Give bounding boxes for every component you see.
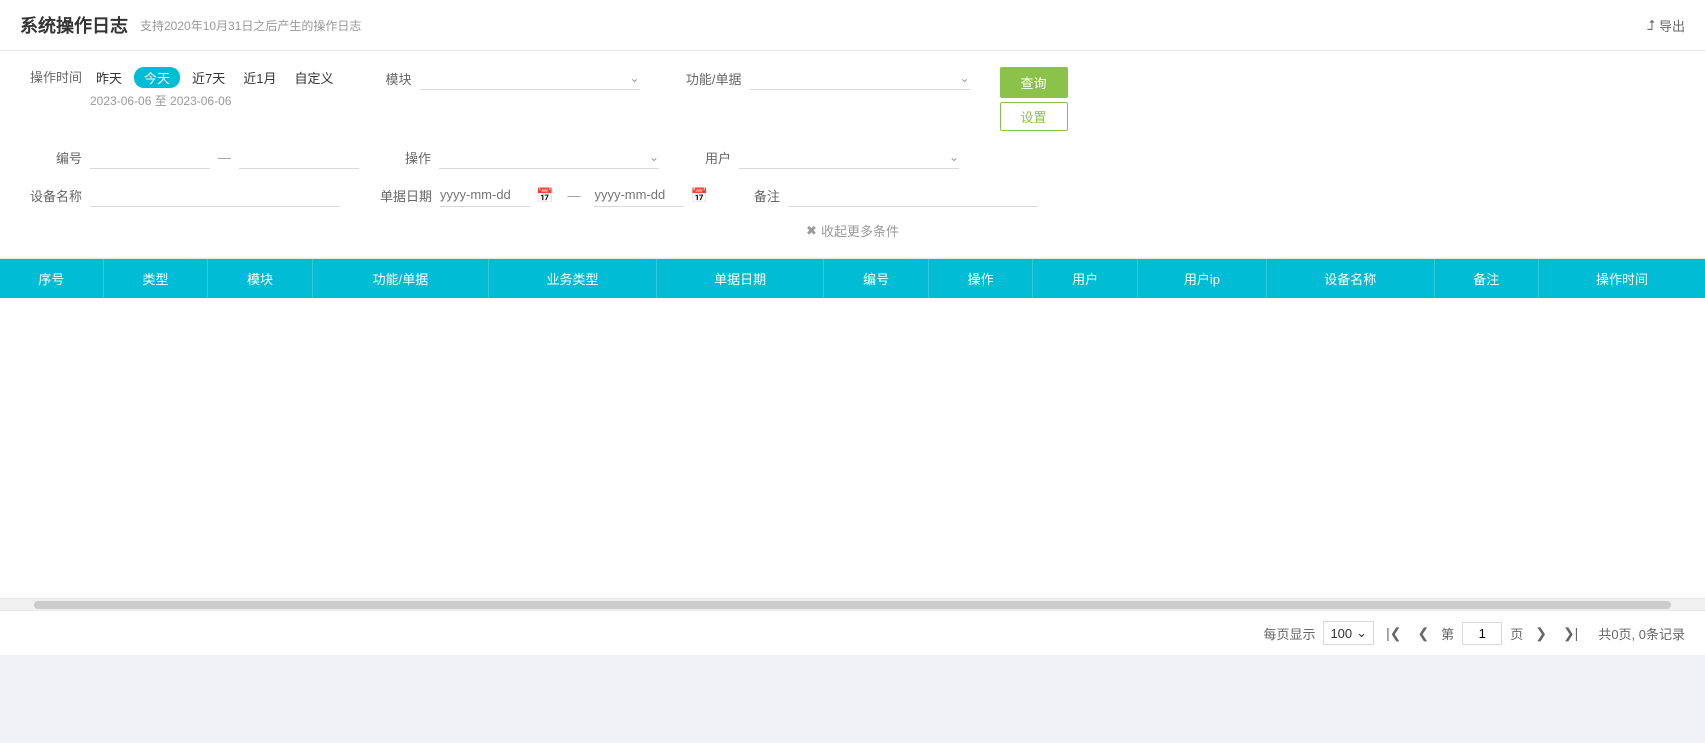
scroll-area[interactable]	[0, 598, 1705, 610]
single-date-label: 单据日期	[380, 186, 440, 205]
number-filter: 编号 —	[20, 145, 359, 169]
filter-row-3: 设备名称 单据日期 📅 — 📅 备注	[20, 183, 1685, 207]
number-separator: —	[218, 150, 231, 165]
page-input[interactable]	[1462, 622, 1502, 645]
remark-input[interactable]	[788, 183, 1038, 207]
module-label: 模块	[380, 69, 420, 88]
per-page-select[interactable]: 100 ⌄	[1323, 621, 1374, 645]
operation-chevron-icon: ⌄	[649, 150, 659, 164]
user-select[interactable]: ⌄	[739, 146, 959, 169]
col-user: 用户	[1033, 259, 1137, 298]
col-code: 编号	[824, 259, 928, 298]
per-page-value: 100	[1330, 626, 1352, 641]
action-buttons: 查询 设置	[1000, 67, 1068, 131]
date-end-input[interactable]	[594, 183, 684, 207]
table-container: 序号 类型 模块 功能/单据 业务类型 单据日期 编号 操作 用户 用户ip 设…	[0, 259, 1705, 598]
time-btn-1month[interactable]: 近1月	[237, 67, 282, 88]
page-label: 第	[1441, 624, 1454, 643]
per-page-chevron-icon: ⌄	[1356, 625, 1367, 641]
remark-filter: 备注	[748, 183, 1038, 207]
date-start-input[interactable]	[440, 183, 530, 207]
module-select[interactable]: ⌄	[420, 67, 640, 90]
col-remark: 备注	[1434, 259, 1538, 298]
time-buttons: 昨天 今天 近7天 近1月 自定义	[90, 67, 340, 88]
number-input-start[interactable]	[90, 145, 210, 169]
page-header: 系统操作日志 支持2020年10月31日之后产生的操作日志 ⮥ 导出	[0, 0, 1705, 51]
export-label: 导出	[1659, 16, 1685, 35]
header-left: 系统操作日志 支持2020年10月31日之后产生的操作日志	[20, 12, 361, 38]
main-layout: 系统操作日志 支持2020年10月31日之后产生的操作日志 ⮥ 导出 操作时间 …	[0, 0, 1705, 743]
page-unit: 页	[1510, 624, 1523, 643]
time-label: 操作时间	[20, 67, 90, 86]
filter-row-1: 操作时间 昨天 今天 近7天 近1月 自定义 2023-06-06 至 2023…	[20, 67, 1685, 131]
table-footer: 每页显示 100 ⌄ |❮ ❮ 第 页 ❯ ❯| 共0页, 0条记录	[0, 610, 1705, 655]
col-type: 类型	[103, 259, 207, 298]
col-device: 设备名称	[1266, 259, 1434, 298]
collapse-button[interactable]: ✖ 收起更多条件	[806, 221, 899, 240]
table-header-row: 序号 类型 模块 功能/单据 业务类型 单据日期 编号 操作 用户 用户ip 设…	[0, 259, 1705, 298]
number-input-end[interactable]	[239, 145, 359, 169]
table-body	[0, 298, 1705, 598]
page-subtitle: 支持2020年10月31日之后产生的操作日志	[140, 17, 361, 34]
module-filter: 模块 ⌄	[380, 67, 640, 90]
content-area: 序号 类型 模块 功能/单据 业务类型 单据日期 编号 操作 用户 用户ip 设…	[0, 259, 1705, 743]
collapse-chevron-icon: ✖	[806, 223, 817, 239]
table-header: 序号 类型 模块 功能/单据 业务类型 单据日期 编号 操作 用户 用户ip 设…	[0, 259, 1705, 298]
remark-label: 备注	[748, 186, 788, 205]
total-text: 共0页, 0条记录	[1598, 624, 1685, 643]
module-chevron-icon: ⌄	[629, 71, 639, 85]
col-biz-type: 业务类型	[489, 259, 657, 298]
per-page-label: 每页显示	[1263, 624, 1315, 643]
function-label: 功能/单据	[680, 69, 750, 88]
user-filter: 用户 ⌄	[699, 146, 959, 169]
collapse-label: 收起更多条件	[821, 221, 899, 240]
first-page-button[interactable]: |❮	[1382, 623, 1405, 644]
col-op-time: 操作时间	[1539, 259, 1705, 298]
device-filter: 设备名称	[20, 183, 340, 207]
time-btn-custom[interactable]: 自定义	[289, 67, 340, 88]
user-chevron-icon: ⌄	[949, 150, 959, 164]
collapse-bar: ✖ 收起更多条件	[20, 215, 1685, 242]
scroll-thumb	[34, 601, 1671, 609]
prev-page-button[interactable]: ❮	[1413, 623, 1433, 644]
date-input-group: 📅 — 📅	[440, 183, 708, 207]
col-date: 单据日期	[656, 259, 824, 298]
operation-select[interactable]: ⌄	[439, 146, 659, 169]
function-chevron-icon: ⌄	[959, 71, 969, 85]
export-icon: ⮥	[1647, 17, 1655, 34]
col-operation: 操作	[928, 259, 1032, 298]
device-input[interactable]	[90, 183, 340, 207]
operation-filter: 操作 ⌄	[399, 146, 659, 169]
query-button[interactable]: 查询	[1000, 67, 1068, 98]
function-select[interactable]: ⌄	[750, 67, 970, 90]
data-table: 序号 类型 模块 功能/单据 业务类型 单据日期 编号 操作 用户 用户ip 设…	[0, 259, 1705, 598]
settings-button[interactable]: 设置	[1000, 102, 1068, 131]
next-page-button[interactable]: ❯	[1531, 623, 1551, 644]
col-function: 功能/单据	[312, 259, 488, 298]
last-page-button[interactable]: ❯|	[1559, 623, 1582, 644]
col-user-ip: 用户ip	[1137, 259, 1266, 298]
col-module: 模块	[208, 259, 312, 298]
time-range-text: 2023-06-06 至 2023-06-06	[90, 92, 340, 109]
export-button[interactable]: ⮥ 导出	[1647, 16, 1685, 35]
filter-area: 操作时间 昨天 今天 近7天 近1月 自定义 2023-06-06 至 2023…	[0, 51, 1705, 259]
date-separator: —	[567, 188, 580, 203]
time-filter-group: 昨天 今天 近7天 近1月 自定义 2023-06-06 至 2023-06-0…	[90, 67, 340, 109]
operation-label: 操作	[399, 148, 439, 167]
device-label: 设备名称	[20, 186, 90, 205]
calendar-end-icon[interactable]: 📅	[690, 187, 707, 204]
number-label: 编号	[20, 148, 90, 167]
user-label: 用户	[699, 148, 739, 167]
calendar-start-icon[interactable]: 📅	[536, 187, 553, 204]
filter-row-2: 编号 — 操作 ⌄ 用户 ⌄	[20, 145, 1685, 169]
page-title: 系统操作日志	[20, 12, 128, 38]
function-filter: 功能/单据 ⌄	[680, 67, 970, 90]
time-btn-7days[interactable]: 近7天	[186, 67, 231, 88]
col-number: 序号	[0, 259, 103, 298]
time-btn-today[interactable]: 今天	[134, 67, 180, 88]
time-btn-yesterday[interactable]: 昨天	[90, 67, 128, 88]
date-filter: 单据日期 📅 — 📅	[380, 183, 708, 207]
time-filter: 操作时间 昨天 今天 近7天 近1月 自定义 2023-06-06 至 2023…	[20, 67, 340, 109]
